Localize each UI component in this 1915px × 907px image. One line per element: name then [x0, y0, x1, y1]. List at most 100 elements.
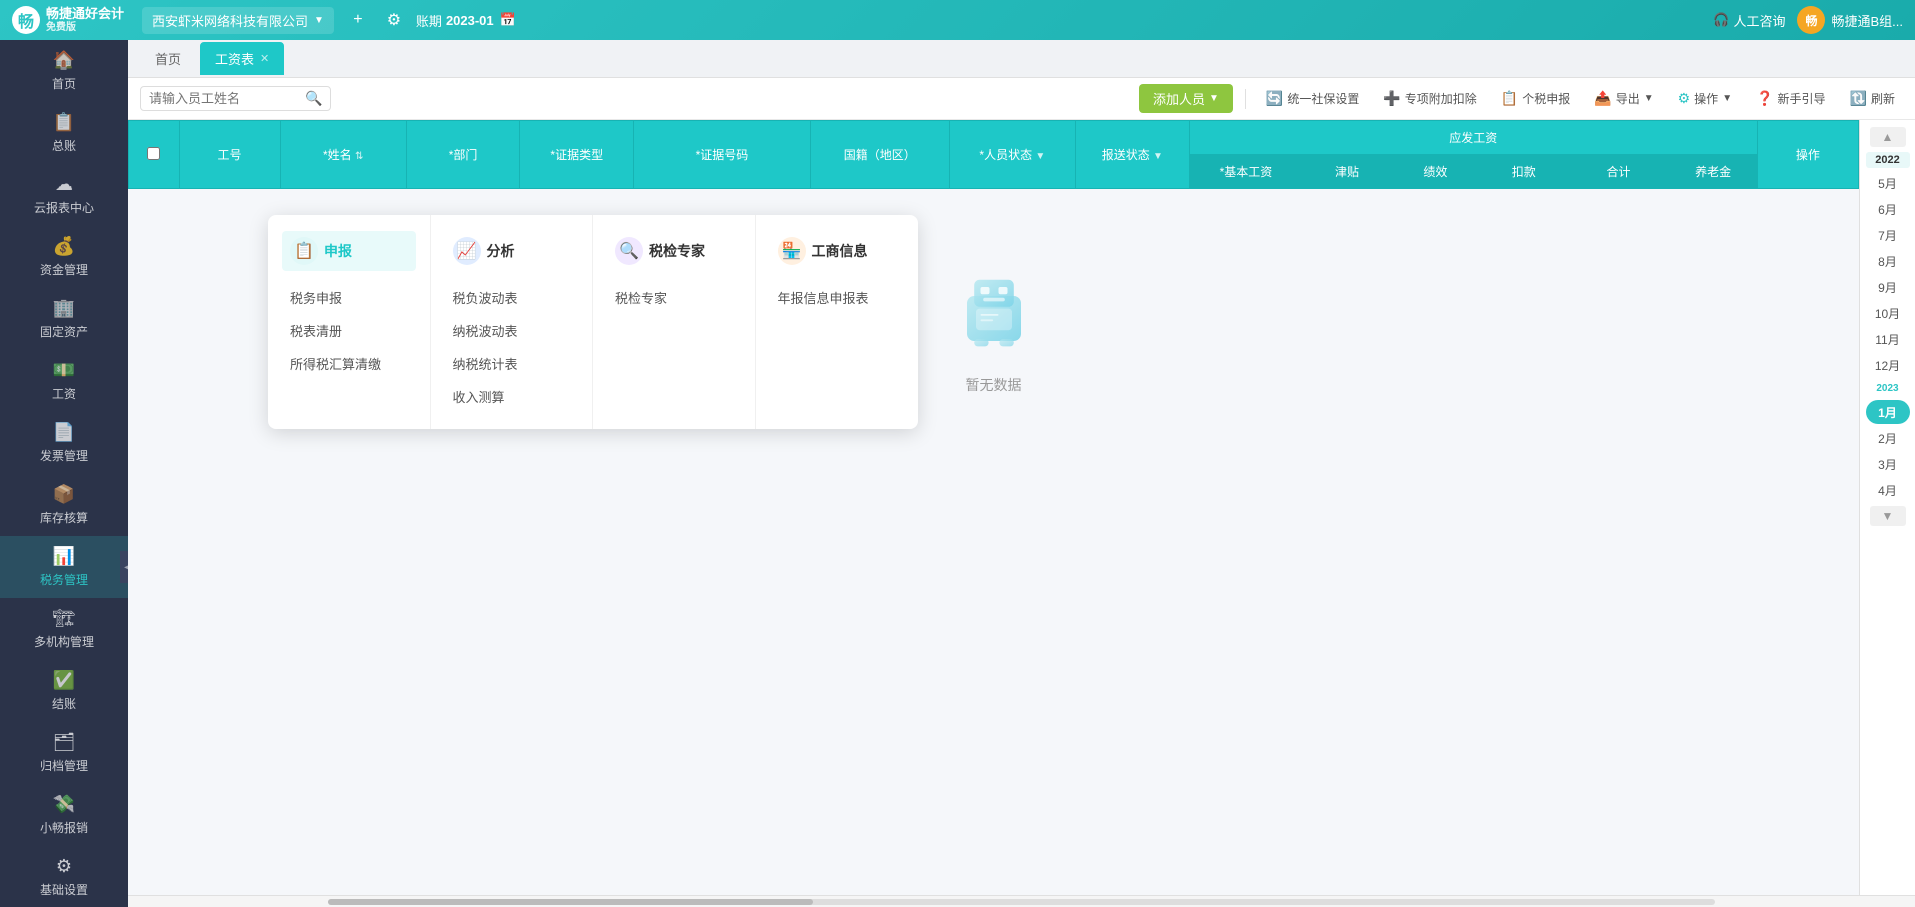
user-area[interactable]: 畅 畅捷通B组... [1797, 6, 1903, 34]
calendar-year-2022: 2022 [1866, 152, 1910, 168]
scroll-track[interactable] [328, 899, 1715, 905]
sidebar-item-cloud-report[interactable]: ☁ 云报表中心 [0, 164, 128, 226]
social-security-btn[interactable]: 🔄 统一社保设置 [1258, 86, 1367, 111]
export-icon: 📤 [1594, 90, 1611, 107]
th-deduct: 扣款 [1480, 155, 1568, 189]
fixed-assets-icon: 🏢 [53, 298, 75, 319]
report-filter-icon[interactable]: ▼ [1153, 151, 1163, 162]
operations-btn[interactable]: ⚙ 操作 ▼ [1670, 86, 1740, 111]
sidebar-item-multi-org[interactable]: 🏗 多机构管理 [0, 598, 128, 660]
th-status[interactable]: *人员状态 ▼ [949, 121, 1075, 189]
export-btn[interactable]: 📤 导出 ▼ [1586, 86, 1661, 111]
sidebar-item-close[interactable]: ✅ 结账 [0, 660, 128, 722]
sidebar-label-close: 结账 [52, 695, 76, 712]
export-label: 导出 [1616, 90, 1640, 107]
popup-item-tax-declaration[interactable]: 税务申报 [282, 281, 416, 314]
calendar-panel: ▲ 2022 5月 6月 7月 8月 9月 10月 11月 12月 2023 1… [1859, 120, 1915, 895]
sidebar-item-inventory[interactable]: 📦 库存核算 [0, 474, 128, 536]
popup-col-analysis: 📈 分析 税负波动表 纳税波动表 纳税统计表 收入测算 [431, 215, 594, 429]
business-icon: 🏪 [778, 237, 806, 265]
sidebar-label-inventory: 库存核算 [40, 509, 88, 526]
cal-month-3-2023[interactable]: 3月 [1866, 452, 1910, 476]
sidebar-item-expense[interactable]: 💸 小畅报销 [0, 784, 128, 846]
sidebar-collapse-btn[interactable]: ◀ [120, 551, 128, 583]
cal-month-1-2023[interactable]: 1月 [1866, 400, 1910, 424]
sidebar-item-fixed-assets[interactable]: 🏢 固定资产 [0, 288, 128, 350]
toolbar: 🔍 添加人员 ▼ 🔄 统一社保设置 ➕ 专项附加扣除 📋 个税申报 📤 [128, 78, 1915, 120]
popup-title-tax-expert: 🔍 税检专家 [607, 231, 741, 271]
th-region: 国籍（地区） [810, 121, 949, 189]
th-checkbox[interactable] [129, 121, 180, 189]
settings-icon[interactable]: ⚙ [380, 6, 408, 34]
sidebar-item-salary[interactable]: 💵 工资 [0, 350, 128, 412]
tab-salary[interactable]: 工资表 ✕ [200, 42, 284, 75]
guide-btn[interactable]: ❓ 新手引导 [1748, 86, 1833, 111]
cal-month-8[interactable]: 8月 [1866, 249, 1910, 273]
refresh-btn[interactable]: 🔃 刷新 [1842, 86, 1903, 111]
th-name[interactable]: *姓名 ⇅ [280, 121, 406, 189]
popup-item-tax-payment[interactable]: 纳税波动表 [445, 314, 579, 347]
cal-month-9[interactable]: 9月 [1866, 275, 1910, 299]
calendar-icon[interactable]: 📅 [500, 12, 516, 28]
sidebar-label-invoice: 发票管理 [40, 447, 88, 464]
cal-month-12[interactable]: 12月 [1866, 353, 1910, 377]
special-deduction-icon: ➕ [1383, 90, 1400, 107]
inventory-icon: 📦 [53, 484, 75, 505]
scroll-thumb[interactable] [328, 899, 813, 905]
cal-month-5[interactable]: 5月 [1866, 171, 1910, 195]
operations-label: 操作 [1694, 90, 1718, 107]
cal-month-6[interactable]: 6月 [1866, 197, 1910, 221]
ledger-icon: 📋 [53, 112, 75, 133]
sidebar-item-tax[interactable]: 📊 税务管理 ◀ [0, 536, 128, 598]
tax-declaration-label: 个税申报 [1522, 90, 1570, 107]
cal-month-11[interactable]: 11月 [1866, 327, 1910, 351]
empty-icon [949, 269, 1039, 359]
sidebar-item-home[interactable]: 🏠 首页 [0, 40, 128, 102]
cal-month-7[interactable]: 7月 [1866, 223, 1910, 247]
cal-month-10[interactable]: 10月 [1866, 301, 1910, 325]
popup-item-tax-stats[interactable]: 纳税统计表 [445, 347, 579, 380]
popup-item-tax-forms[interactable]: 税表清册 [282, 314, 416, 347]
cal-month-2-2023[interactable]: 2月 [1866, 426, 1910, 450]
popup-item-tax-burden[interactable]: 税负波动表 [445, 281, 579, 314]
home-icon: 🏠 [53, 50, 75, 71]
customer-service-label: 人工咨询 [1733, 11, 1785, 30]
sidebar-item-settings[interactable]: ⚙ 基础设置 [0, 846, 128, 907]
th-id: 工号 [179, 121, 280, 189]
tab-home[interactable]: 首页 [140, 42, 196, 75]
add-company-icon[interactable]: + [344, 6, 372, 34]
add-person-button[interactable]: 添加人员 ▼ [1139, 84, 1233, 113]
tab-close-icon[interactable]: ✕ [260, 52, 269, 65]
tabs-bar: 首页 工资表 ✕ [128, 40, 1915, 78]
sidebar-item-ledger[interactable]: 📋 总账 [0, 102, 128, 164]
popup-item-income-tax-settlement[interactable]: 所得税汇算清缴 [282, 347, 416, 380]
add-person-label: 添加人员 [1153, 89, 1205, 108]
chevron-down-icon: ▼ [314, 15, 324, 26]
status-filter-icon[interactable]: ▼ [1035, 151, 1045, 162]
select-all-checkbox[interactable] [147, 147, 160, 160]
calendar-up-btn[interactable]: ▲ [1870, 127, 1906, 147]
search-input[interactable] [149, 91, 299, 106]
tax-declaration-btn[interactable]: 📋 个税申报 [1493, 86, 1578, 111]
popup-item-expert[interactable]: 税检专家 [607, 281, 741, 314]
popup-title-analysis: 📈 分析 [445, 231, 579, 271]
special-deduction-btn[interactable]: ➕ 专项附加扣除 [1375, 86, 1484, 111]
customer-service-btn[interactable]: 🎧 人工咨询 [1713, 11, 1785, 30]
th-dept: *部门 [406, 121, 520, 189]
calendar-year-2023-label: 2023 [1876, 381, 1898, 396]
popup-col-business: 🏪 工商信息 年报信息申报表 [756, 215, 919, 429]
th-report-status[interactable]: 报送状态 ▼ [1076, 121, 1190, 189]
sidebar-item-fund[interactable]: 💰 资金管理 [0, 226, 128, 288]
tab-salary-label: 工资表 [215, 49, 254, 68]
company-selector[interactable]: 西安虾米网络科技有限公司 ▼ [142, 7, 334, 34]
th-ops: 操作 [1757, 121, 1858, 189]
cal-month-4-2023[interactable]: 4月 [1866, 478, 1910, 502]
bottom-scrollbar[interactable] [128, 895, 1915, 907]
popup-item-annual-report[interactable]: 年报信息申报表 [770, 281, 905, 314]
th-pension: 养老金 [1669, 155, 1757, 189]
popup-item-revenue-calc[interactable]: 收入测算 [445, 380, 579, 413]
headset-icon: 🎧 [1713, 12, 1729, 28]
calendar-down-btn[interactable]: ▼ [1870, 506, 1906, 526]
sidebar-item-invoice[interactable]: 📄 发票管理 [0, 412, 128, 474]
sidebar-item-archive[interactable]: 🗂 归档管理 [0, 722, 128, 784]
